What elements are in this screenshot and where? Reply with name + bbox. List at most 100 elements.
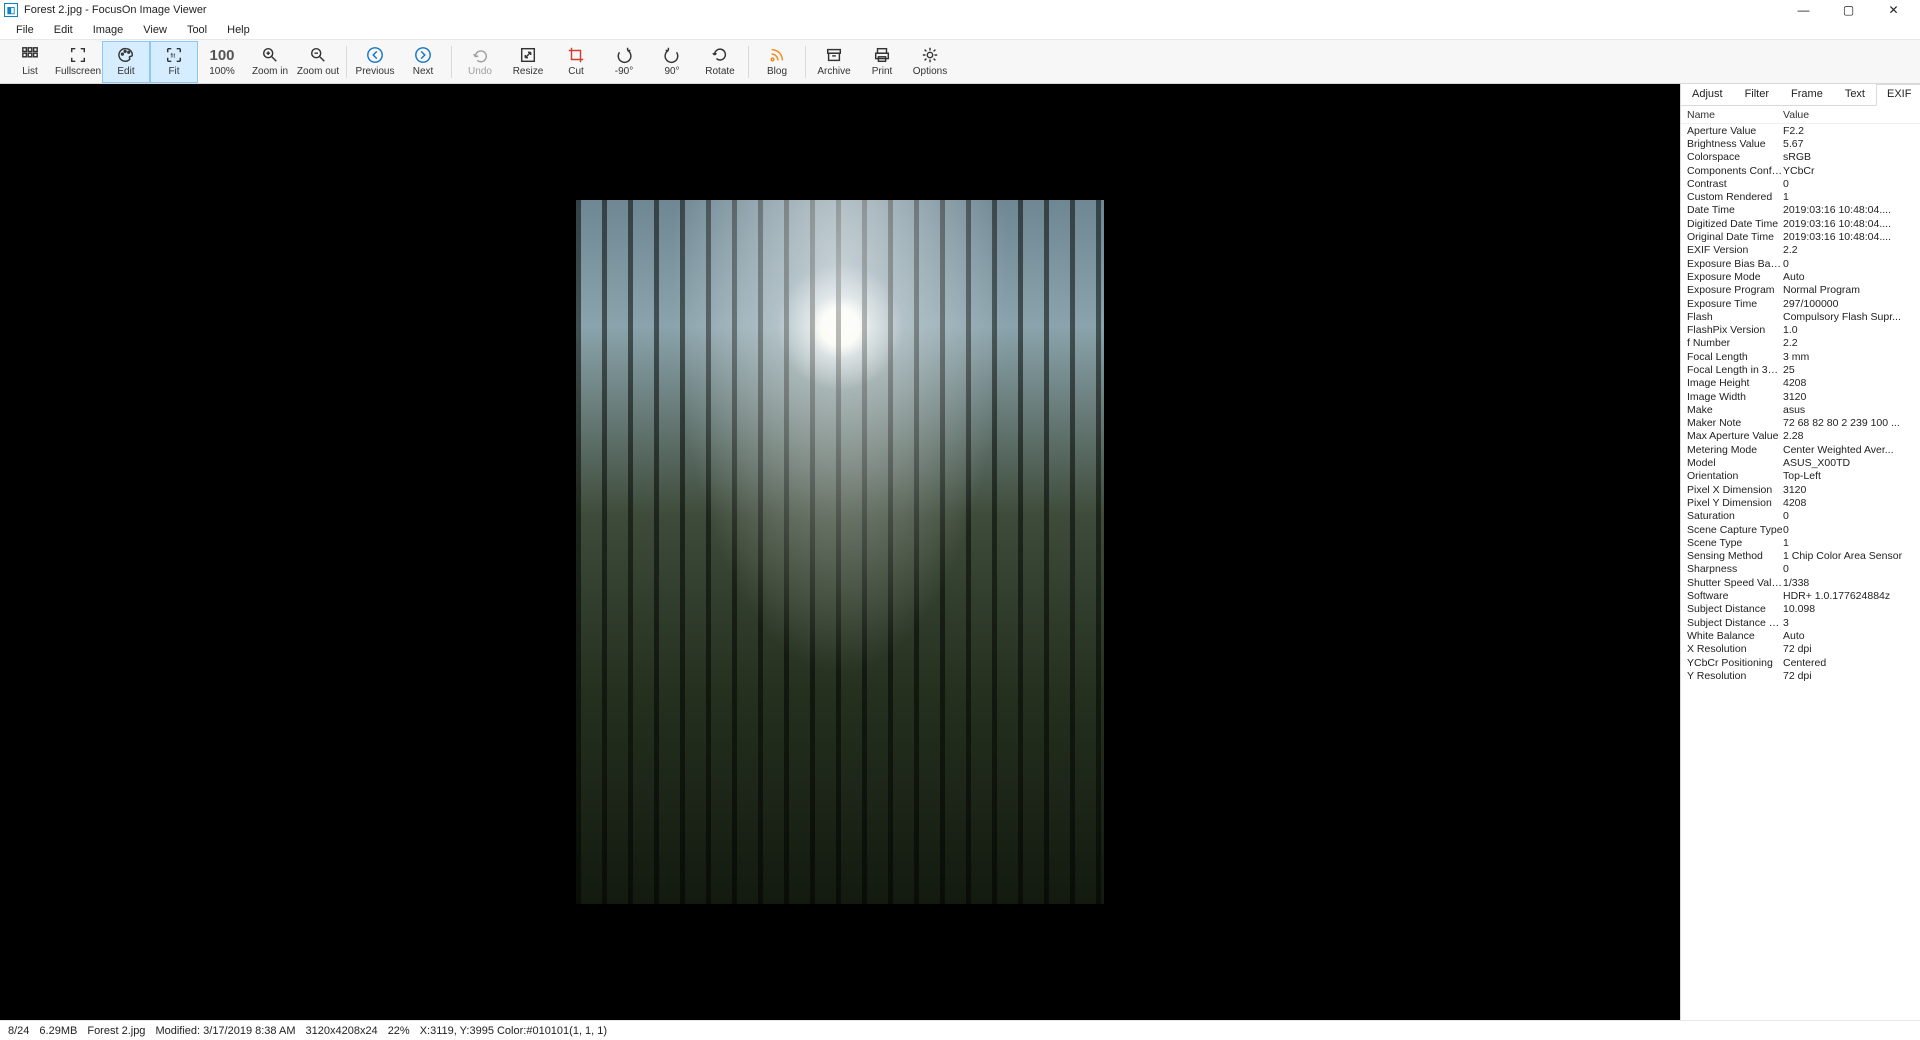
exif-row[interactable]: Scene Capture Type0: [1681, 523, 1920, 536]
resize-button[interactable]: Resize: [504, 41, 552, 83]
toolbar-separator: [346, 46, 347, 78]
exif-row[interactable]: ColorspacesRGB: [1681, 151, 1920, 164]
options-button[interactable]: Options: [906, 41, 954, 83]
exif-row[interactable]: YCbCr PositioningCentered: [1681, 656, 1920, 669]
exif-table[interactable]: Name Value Aperture ValueF2.2Brightness …: [1681, 106, 1920, 1020]
exif-value: 2019:03:16 10:48:04....: [1783, 218, 1914, 230]
tab-filter[interactable]: Filter: [1734, 84, 1780, 105]
rotate-button[interactable]: Rotate: [696, 41, 744, 83]
exif-name: YCbCr Positioning: [1687, 657, 1783, 669]
resize-label: Resize: [513, 66, 544, 77]
exif-name: X Resolution: [1687, 643, 1783, 655]
exif-row[interactable]: Scene Type1: [1681, 536, 1920, 549]
exif-name: Sharpness: [1687, 563, 1783, 575]
blog-button[interactable]: Blog: [753, 41, 801, 83]
exif-row[interactable]: Contrast0: [1681, 177, 1920, 190]
exif-row[interactable]: Digitized Date Time2019:03:16 10:48:04..…: [1681, 217, 1920, 230]
exif-row[interactable]: Date Time2019:03:16 10:48:04....: [1681, 204, 1920, 217]
exif-name: Components Configu...: [1687, 165, 1783, 177]
tab-adjust[interactable]: Adjust: [1681, 84, 1734, 105]
exif-row[interactable]: Exposure ProgramNormal Program: [1681, 284, 1920, 297]
previous-button[interactable]: Previous: [351, 41, 399, 83]
exif-row[interactable]: EXIF Version2.2: [1681, 244, 1920, 257]
exif-name: Exposure Program: [1687, 284, 1783, 296]
exif-row[interactable]: OrientationTop-Left: [1681, 470, 1920, 483]
exif-row[interactable]: FlashPix Version1.0: [1681, 323, 1920, 336]
exif-row[interactable]: Custom Rendered1: [1681, 190, 1920, 203]
zoom-in-button[interactable]: Zoom in: [246, 41, 294, 83]
exif-row[interactable]: Maker Note72 68 82 80 2 239 100 ...: [1681, 417, 1920, 430]
exif-row[interactable]: Subject Distance Ra...3: [1681, 616, 1920, 629]
exif-value: 4208: [1783, 377, 1914, 389]
exif-row[interactable]: White BalanceAuto: [1681, 629, 1920, 642]
exif-row[interactable]: Saturation0: [1681, 510, 1920, 523]
exif-row[interactable]: Sharpness0: [1681, 563, 1920, 576]
menu-view[interactable]: View: [133, 22, 177, 38]
zoom-out-button[interactable]: Zoom out: [294, 41, 342, 83]
status-cursor: X:3119, Y:3995 Color:#010101(1, 1, 1): [420, 1025, 607, 1037]
rotate-minus90-button[interactable]: -90°: [600, 41, 648, 83]
menu-image[interactable]: Image: [83, 22, 134, 38]
menu-file[interactable]: File: [6, 22, 44, 38]
exif-row[interactable]: ModelASUS_X00TD: [1681, 456, 1920, 469]
hundred-button[interactable]: 100 100%: [198, 41, 246, 83]
exif-value: 3120: [1783, 391, 1914, 403]
cut-button[interactable]: Cut: [552, 41, 600, 83]
exif-value: 1: [1783, 537, 1914, 549]
exif-row[interactable]: Metering ModeCenter Weighted Aver...: [1681, 443, 1920, 456]
exif-row[interactable]: Y Resolution72 dpi: [1681, 669, 1920, 682]
window-title: Forest 2.jpg - FocusOn Image Viewer: [24, 4, 207, 16]
print-button[interactable]: Print: [858, 41, 906, 83]
exif-row[interactable]: X Resolution72 dpi: [1681, 643, 1920, 656]
exif-row[interactable]: Components Configu...YCbCr: [1681, 164, 1920, 177]
exif-row[interactable]: Focal Length3 mm: [1681, 350, 1920, 363]
rotate-minus90-label: -90°: [615, 66, 633, 77]
fullscreen-button[interactable]: Fullscreen: [54, 41, 102, 83]
exif-name: Make: [1687, 404, 1783, 416]
exif-row[interactable]: Image Height4208: [1681, 377, 1920, 390]
image-viewer[interactable]: [0, 84, 1680, 1020]
fit-button[interactable]: fit Fit: [150, 41, 198, 83]
next-button[interactable]: Next: [399, 41, 447, 83]
exif-row[interactable]: Max Aperture Value2.28: [1681, 430, 1920, 443]
exif-row[interactable]: Shutter Speed Value1/338: [1681, 576, 1920, 589]
exif-name: Image Width: [1687, 391, 1783, 403]
exif-row[interactable]: Pixel X Dimension3120: [1681, 483, 1920, 496]
tab-frame[interactable]: Frame: [1780, 84, 1834, 105]
minimize-button[interactable]: —: [1781, 0, 1826, 20]
svg-text:fit: fit: [170, 53, 175, 60]
exif-row[interactable]: Brightness Value5.67: [1681, 137, 1920, 150]
exif-row[interactable]: FlashCompulsory Flash Supr...: [1681, 310, 1920, 323]
exif-row[interactable]: Exposure Bias Balue0: [1681, 257, 1920, 270]
exif-row[interactable]: Exposure ModeAuto: [1681, 270, 1920, 283]
exif-row[interactable]: Makeasus: [1681, 403, 1920, 416]
exif-row[interactable]: f Number2.2: [1681, 337, 1920, 350]
rotate-90-button[interactable]: 90°: [648, 41, 696, 83]
menu-tool[interactable]: Tool: [177, 22, 217, 38]
tab-exif[interactable]: EXIF: [1876, 84, 1920, 106]
edit-button[interactable]: Edit: [102, 41, 150, 83]
undo-button[interactable]: Undo: [456, 41, 504, 83]
menu-edit[interactable]: Edit: [44, 22, 83, 38]
exif-row[interactable]: Sensing Method1 Chip Color Area Sensor: [1681, 550, 1920, 563]
exif-row[interactable]: Focal Length in 35m...25: [1681, 363, 1920, 376]
archive-button[interactable]: Archive: [810, 41, 858, 83]
exif-row[interactable]: SoftwareHDR+ 1.0.177624884z: [1681, 589, 1920, 602]
exif-row[interactable]: Exposure Time297/100000: [1681, 297, 1920, 310]
exif-row[interactable]: Original Date Time2019:03:16 10:48:04...…: [1681, 230, 1920, 243]
exif-row[interactable]: Aperture ValueF2.2: [1681, 124, 1920, 137]
exif-row[interactable]: Pixel Y Dimension4208: [1681, 496, 1920, 509]
exif-value: F2.2: [1783, 125, 1914, 137]
exif-name: Saturation: [1687, 510, 1783, 522]
toolbar-separator: [805, 46, 806, 78]
tab-text[interactable]: Text: [1834, 84, 1876, 105]
menu-help[interactable]: Help: [217, 22, 260, 38]
list-button[interactable]: List: [6, 41, 54, 83]
crop-icon: [567, 46, 585, 64]
maximize-button[interactable]: ▢: [1826, 0, 1871, 20]
exif-name: Date Time: [1687, 204, 1783, 216]
exif-row[interactable]: Subject Distance10.098: [1681, 603, 1920, 616]
zoom-out-label: Zoom out: [297, 66, 339, 77]
close-button[interactable]: ✕: [1871, 0, 1916, 20]
exif-row[interactable]: Image Width3120: [1681, 390, 1920, 403]
